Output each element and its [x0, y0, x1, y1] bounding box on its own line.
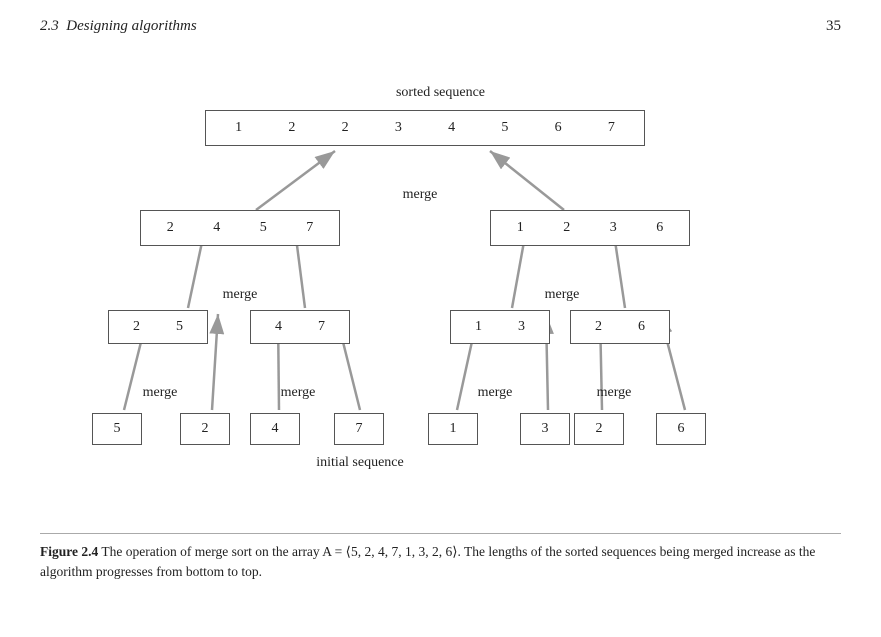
page-number: 35: [826, 18, 841, 35]
lv3-1-box: 5: [92, 413, 142, 445]
caption-text: The operation of merge sort on the array…: [40, 544, 815, 579]
merge-right-label: merge: [522, 287, 602, 303]
sorted-sequence-label: sorted sequence: [40, 85, 841, 101]
lv3-5-box: 1: [428, 413, 478, 445]
lv3-7-box: 2: [574, 413, 624, 445]
merge-rl-label: merge: [455, 385, 535, 401]
mid-left-box: 2 4 5 7: [140, 210, 340, 246]
section-label: 2.3 Designing algorithms: [40, 18, 197, 35]
lv2-lr-box: 4 7: [250, 310, 350, 344]
page-header: 2.3 Designing algorithms 35: [40, 18, 841, 35]
merge-center-label: merge: [370, 187, 470, 203]
lv3-2-box: 2: [180, 413, 230, 445]
lv3-8-box: 6: [656, 413, 706, 445]
diagram-area: sorted sequence 1 2 2 3 4 5 6 7 merge 2 …: [40, 45, 841, 525]
lv3-6-box: 3: [520, 413, 570, 445]
lv3-4-box: 7: [334, 413, 384, 445]
figure-label: Figure 2.4: [40, 544, 98, 559]
merge-ll-label: merge: [120, 385, 200, 401]
page: 2.3 Designing algorithms 35: [0, 0, 881, 637]
initial-sequence-label: initial sequence: [260, 455, 460, 471]
mid-right-box: 1 2 3 6: [490, 210, 690, 246]
figure-caption: Figure 2.4 The operation of merge sort o…: [40, 533, 841, 583]
merge-left-label: merge: [200, 287, 280, 303]
lv2-rl-box: 1 3: [450, 310, 550, 344]
top-box: 1 2 2 3 4 5 6 7: [205, 110, 645, 146]
lv2-rr-box: 2 6: [570, 310, 670, 344]
merge-lr-label: merge: [258, 385, 338, 401]
lv2-ll-box: 2 5: [108, 310, 208, 344]
merge-rr-label: merge: [574, 385, 654, 401]
lv3-3-box: 4: [250, 413, 300, 445]
